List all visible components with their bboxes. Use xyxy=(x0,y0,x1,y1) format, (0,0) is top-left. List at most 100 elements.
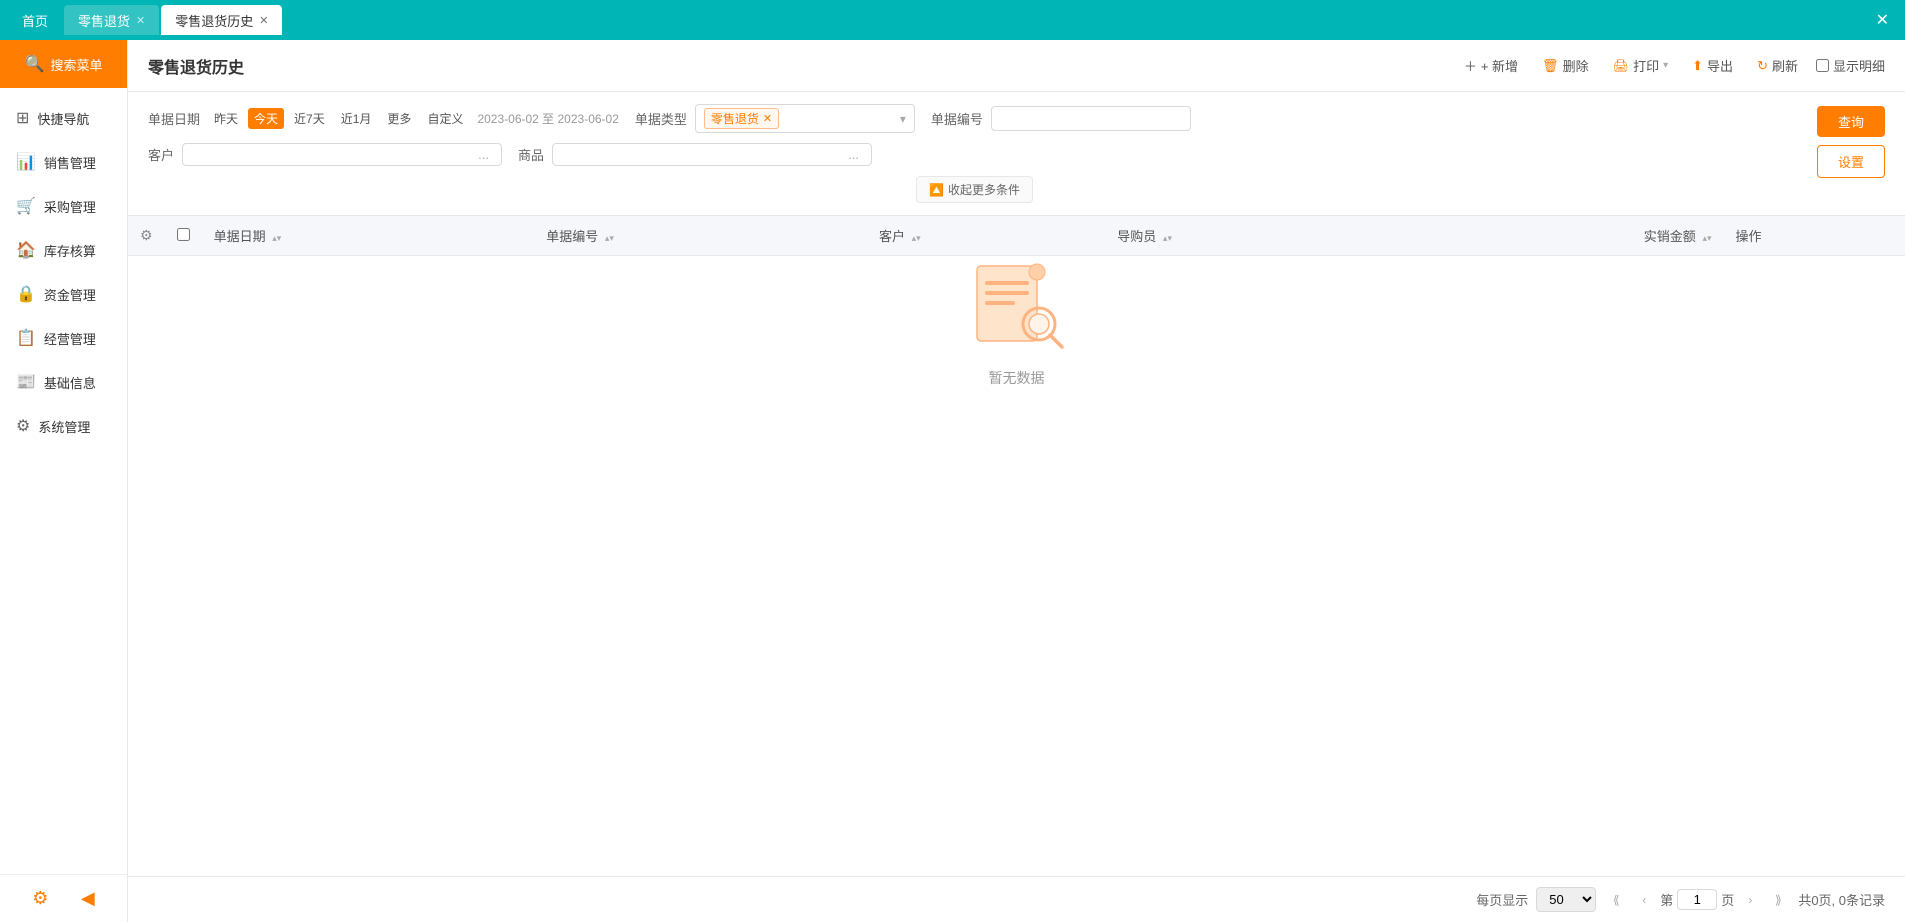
tab-retail-return-history-label: 零售退货历史 xyxy=(175,11,253,30)
top-bar: 首页 零售退货 ✕ 零售退货历史 ✕ ✕ xyxy=(0,0,1905,40)
delete-button[interactable]: 🗑 删除 xyxy=(1536,52,1595,79)
col-amount: 实销金额 ▴▾ xyxy=(1391,216,1724,256)
print-icon: 🖨 xyxy=(1613,58,1630,74)
sidebar-item-inventory[interactable]: 🏠 库存核算 xyxy=(0,228,127,272)
table-body: 暂无数据 xyxy=(128,256,1905,389)
date-btn-7days[interactable]: 近7天 xyxy=(288,108,331,129)
delete-label: 删除 xyxy=(1563,56,1589,75)
page-label: 第 xyxy=(1660,890,1673,909)
filter-goods: 商品 ... xyxy=(518,143,872,166)
tab-home-label: 首页 xyxy=(22,11,48,30)
pagination-bar: 每页显示 10 20 50 100 ⟪ ‹ 第 页 › ⟫ 共0页, 0条记录 xyxy=(128,876,1905,922)
customer-input[interactable]: ... xyxy=(182,143,502,166)
set-button[interactable]: 设置 xyxy=(1817,145,1885,178)
page-title: 零售退货历史 xyxy=(148,54,244,78)
add-label: + 新增 xyxy=(1481,56,1518,75)
goods-input[interactable]: ... xyxy=(552,143,872,166)
goods-label: 商品 xyxy=(518,145,544,164)
guide-sort-icon[interactable]: ▴▾ xyxy=(1163,233,1172,244)
ops-icon: 📋 xyxy=(16,328,36,348)
print-label: 打印 xyxy=(1633,56,1659,75)
no-sort-icon[interactable]: ▴▾ xyxy=(605,233,614,244)
doc-type-tag: 零售退货 ✕ xyxy=(704,108,779,129)
show-detail-checkbox[interactable] xyxy=(1816,59,1829,72)
date-btn-today[interactable]: 今天 xyxy=(248,108,284,129)
sidebar: 🔍 搜索菜单 ⊞ 快捷导航 📊 销售管理 🛒 采购管理 🏠 库存核算 🔒 xyxy=(0,40,128,922)
print-button[interactable]: 🖨 打印 ▾ xyxy=(1607,52,1675,79)
sidebar-item-purchase-mgmt[interactable]: 🛒 采购管理 xyxy=(0,184,127,228)
tab-retail-return-history-close[interactable]: ✕ xyxy=(259,14,268,27)
date-btn-1month[interactable]: 近1月 xyxy=(335,108,378,129)
tab-bar: 首页 零售退货 ✕ 零售退货历史 ✕ xyxy=(8,5,1868,35)
page-nav: ⟪ ‹ 第 页 › ⟫ xyxy=(1604,888,1790,912)
doc-type-label: 单据类型 xyxy=(635,109,687,128)
last-page-button[interactable]: ⟫ xyxy=(1766,888,1790,912)
add-button[interactable]: ＋ + 新增 xyxy=(1458,52,1524,79)
collapse-button[interactable]: 🔼 收起更多条件 xyxy=(916,176,1033,203)
sidebar-item-sys-mgmt[interactable]: ⚙ 系统管理 xyxy=(0,404,127,448)
date-btn-yesterday[interactable]: 昨天 xyxy=(208,108,244,129)
show-detail-label: 显示明细 xyxy=(1833,56,1885,75)
page-number-input[interactable] xyxy=(1677,889,1717,910)
finance-icon: 🔒 xyxy=(16,284,36,304)
sidebar-item-finance[interactable]: 🔒 资金管理 xyxy=(0,272,127,316)
doc-type-chevron-icon[interactable]: ▾ xyxy=(900,112,906,126)
doc-type-input[interactable]: 零售退货 ✕ ▾ xyxy=(695,104,915,133)
show-detail-toggle[interactable]: 显示明细 xyxy=(1816,56,1885,75)
date-btn-more[interactable]: 更多 xyxy=(381,108,417,129)
tab-retail-return-label: 零售退货 xyxy=(78,11,130,30)
col-setting: ⚙ xyxy=(128,216,165,256)
first-page-button[interactable]: ⟪ xyxy=(1604,888,1628,912)
filter-row-2: 客户 ... 商品 ... xyxy=(148,143,1801,166)
filter-customer: 客户 ... xyxy=(148,143,502,166)
customer-ellipsis-icon[interactable]: ... xyxy=(474,147,493,162)
export-button[interactable]: ⬆ 导出 xyxy=(1686,52,1739,79)
sidebar-item-quick-nav[interactable]: ⊞ 快捷导航 xyxy=(0,96,127,140)
refresh-button[interactable]: ↻ 刷新 xyxy=(1751,52,1804,79)
sidebar-item-label: 经营管理 xyxy=(44,329,96,348)
empty-state: 暂无数据 xyxy=(128,256,1905,388)
col-action: 操作 xyxy=(1723,216,1905,256)
prev-page-button[interactable]: ‹ xyxy=(1632,888,1656,912)
col-date: 单据日期 ▴▾ xyxy=(202,216,535,256)
settings-bottom-icon[interactable]: ⚙ xyxy=(32,888,48,909)
sidebar-item-label: 系统管理 xyxy=(38,417,90,436)
filter-doc-type: 单据类型 零售退货 ✕ ▾ xyxy=(635,104,915,133)
sidebar-item-label: 采购管理 xyxy=(44,197,96,216)
tab-home[interactable]: 首页 xyxy=(8,5,62,35)
doc-no-input[interactable] xyxy=(991,106,1191,131)
next-page-button[interactable]: › xyxy=(1738,888,1762,912)
doc-type-value: 零售退货 xyxy=(711,110,759,127)
select-all-checkbox[interactable] xyxy=(177,228,190,241)
search-menu[interactable]: 🔍 搜索菜单 xyxy=(0,40,127,88)
tab-retail-return-close[interactable]: ✕ xyxy=(136,14,145,27)
per-page-select[interactable]: 10 20 50 100 xyxy=(1536,887,1596,912)
purchase-icon: 🛒 xyxy=(16,196,36,216)
collapse-label: 收起更多条件 xyxy=(948,181,1020,198)
sales-icon: 📊 xyxy=(16,152,36,172)
window-close-button[interactable]: ✕ xyxy=(1868,6,1897,34)
tab-retail-return[interactable]: 零售退货 ✕ xyxy=(64,5,159,35)
date-shortcuts: 昨天 今天 近7天 近1月 更多 自定义 2023-06-02 至 2023-0… xyxy=(208,108,619,129)
col-guide: 导购员 ▴▾ xyxy=(1105,216,1391,256)
customer-sort-icon[interactable]: ▴▾ xyxy=(912,233,921,244)
sidebar-item-sales-mgmt[interactable]: 📊 销售管理 xyxy=(0,140,127,184)
column-setting-icon[interactable]: ⚙ xyxy=(140,227,153,243)
doc-type-remove-icon[interactable]: ✕ xyxy=(763,112,772,125)
amount-sort-icon[interactable]: ▴▾ xyxy=(1702,233,1711,244)
add-icon: ＋ xyxy=(1464,56,1477,75)
sidebar-item-label: 库存核算 xyxy=(44,241,96,260)
filter-action-buttons: 查询 设置 xyxy=(1817,104,1885,178)
content-area: 零售退货历史 ＋ + 新增 🗑 删除 🖨 打印 ▾ ⬆ 导出 xyxy=(128,40,1905,922)
print-chevron-icon: ▾ xyxy=(1663,60,1668,71)
sidebar-item-base-info[interactable]: 📰 基础信息 xyxy=(0,360,127,404)
tab-retail-return-history[interactable]: 零售退货历史 ✕ xyxy=(161,5,282,35)
date-btn-custom[interactable]: 自定义 xyxy=(421,108,469,129)
col-checkbox xyxy=(165,216,202,256)
collapse-sidebar-icon[interactable]: ◀ xyxy=(81,888,95,909)
date-sort-icon[interactable]: ▴▾ xyxy=(272,233,281,244)
goods-ellipsis-icon[interactable]: ... xyxy=(844,147,863,162)
query-button[interactable]: 查询 xyxy=(1817,106,1885,137)
sidebar-bottom: ⚙ ◀ xyxy=(0,874,127,922)
sidebar-item-ops-mgmt[interactable]: 📋 经营管理 xyxy=(0,316,127,360)
